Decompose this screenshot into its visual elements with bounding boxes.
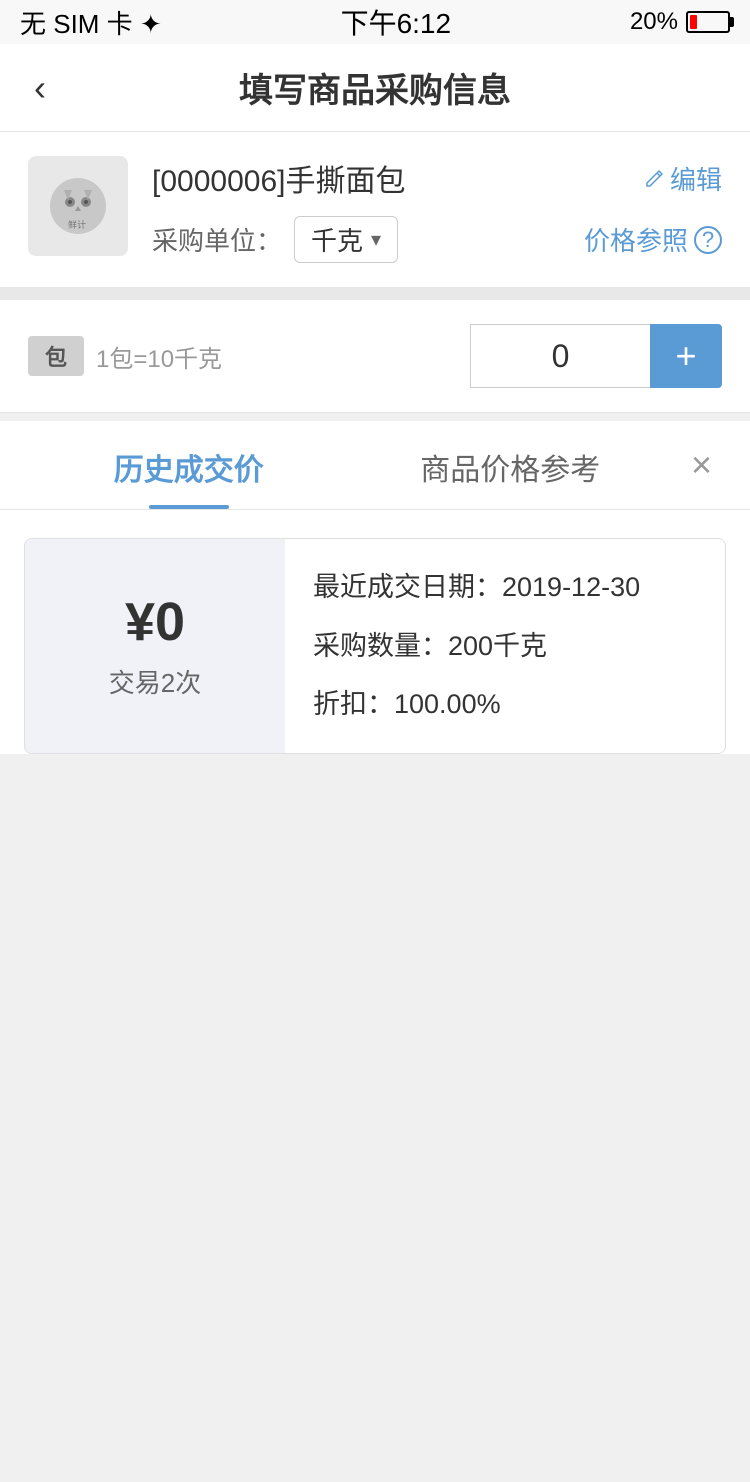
status-bar: 无 SIM 卡 ✦ 下午6:12 20% <box>0 0 750 44</box>
status-signal: 无 SIM 卡 ✦ <box>20 4 162 41</box>
main-content-area <box>0 782 750 1482</box>
history-price-left: ¥0 交易2次 <box>25 539 285 753</box>
edit-icon <box>644 167 666 189</box>
history-card: ¥0 交易2次 最近成交日期：2019-12-30 采购数量：200千克 折扣：… <box>24 538 726 754</box>
recent-date-label: 最近成交日期： <box>313 572 502 602</box>
unit-label: 采购单位： <box>152 221 282 258</box>
discount-row: 折扣：100.00% <box>313 684 697 725</box>
unit-value: 千克 <box>311 221 363 258</box>
product-info: [0000006]手撕面包 编辑 采购单位： 千克 ▾ <box>152 156 722 263</box>
purchase-qty-label: 采购数量： <box>313 631 448 661</box>
tab-active-indicator <box>149 505 229 509</box>
recent-date-row: 最近成交日期：2019-12-30 <box>313 567 697 608</box>
price-reference-button[interactable]: 价格参照 ? <box>584 221 722 258</box>
quantity-plus-button[interactable]: + <box>650 324 722 388</box>
edit-button[interactable]: 编辑 <box>644 160 722 197</box>
tabs-bar: 历史成交价 商品价格参考 × <box>0 421 750 510</box>
status-battery-percent: 20% <box>630 8 678 36</box>
status-time: 下午6:12 <box>341 2 452 42</box>
history-trade-count: 交易2次 <box>109 663 201 700</box>
close-tab-button[interactable]: × <box>671 434 722 496</box>
history-price-value: ¥0 <box>125 591 185 653</box>
recent-date-value: 2019-12-30 <box>502 572 640 602</box>
unit-select-dropdown[interactable]: 千克 ▾ <box>294 216 398 263</box>
unit-box-label: 包 <box>28 336 84 376</box>
purchase-qty-row: 采购数量：200千克 <box>313 626 697 667</box>
svg-text:鲜计: 鲜计 <box>68 219 86 230</box>
back-button[interactable]: ‹ <box>24 57 56 119</box>
unit-hint: 1包=10千克 <box>96 339 222 374</box>
tabs-section: 历史成交价 商品价格参考 × ¥0 交易2次 最近成交日期：2019-12-30… <box>0 421 750 754</box>
purchase-qty-value: 200千克 <box>448 631 547 661</box>
product-thumbnail: 鲜计 <box>28 156 128 256</box>
section-divider <box>0 288 750 300</box>
quantity-row: 包 1包=10千克 + <box>0 300 750 413</box>
discount-label: 折扣： <box>313 689 394 719</box>
quantity-control: + <box>470 324 722 388</box>
discount-value: 100.00% <box>394 689 501 719</box>
nav-bar: ‹ 填写商品采购信息 <box>0 44 750 132</box>
history-details-right: 最近成交日期：2019-12-30 采购数量：200千克 折扣：100.00% <box>285 539 725 753</box>
product-name: [0000006]手撕面包 <box>152 156 405 200</box>
unit-dropdown-arrow: ▾ <box>371 227 381 252</box>
price-ref-help-icon: ? <box>694 226 722 254</box>
battery-icon <box>686 11 730 33</box>
quantity-input[interactable] <box>470 324 650 388</box>
product-section: 鲜计 [0000006]手撕面包 编辑 采购单位： 千克 <box>0 132 750 288</box>
product-thumb-icon: 鲜计 <box>48 176 108 236</box>
tab-history-price[interactable]: 历史成交价 <box>28 421 349 509</box>
status-right: 20% <box>630 8 730 36</box>
tab-product-price-ref[interactable]: 商品价格参考 <box>349 421 670 509</box>
unit-info: 包 1包=10千克 <box>28 336 222 376</box>
page-title: 填写商品采购信息 <box>239 63 511 112</box>
